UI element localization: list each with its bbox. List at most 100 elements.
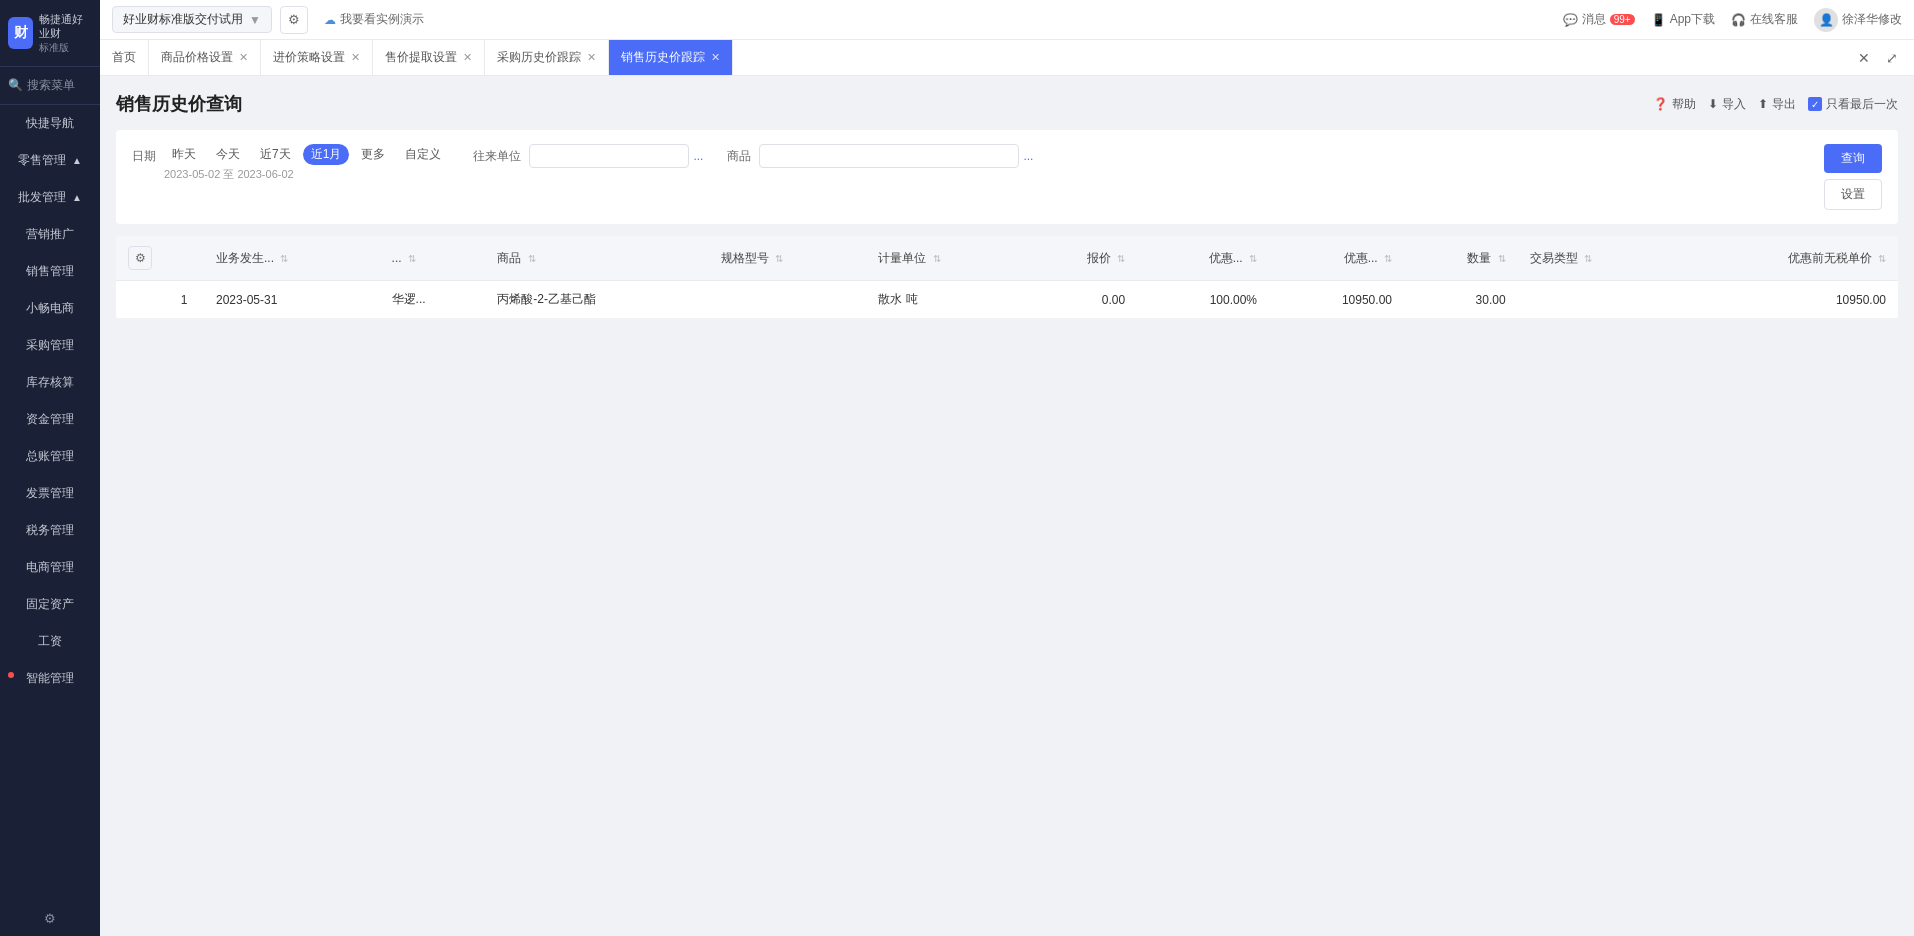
search-icon: 🔍: [8, 78, 23, 92]
tab-purchase-strategy[interactable]: 进价策略设置 ✕: [261, 40, 373, 76]
avatar: 👤: [1814, 8, 1838, 32]
topbar: 好业财标准版交付试用 ▼ ⚙ ☁ 我要看实例演示 💬 消息 99+ 📱 App下…: [100, 0, 1914, 40]
sidebar-item-purchase[interactable]: 采购管理: [0, 327, 100, 364]
sidebar-item-fixed-assets[interactable]: 固定资产: [0, 586, 100, 623]
tab-close-icon[interactable]: ✕: [463, 51, 472, 64]
tab-price-extract[interactable]: 售价提取设置 ✕: [373, 40, 485, 76]
th-pretax-price[interactable]: 优惠前无税单价 ⇅: [1675, 236, 1898, 281]
maximize-button[interactable]: ⤢: [1878, 44, 1906, 72]
th-discount1[interactable]: 优惠... ⇅: [1137, 236, 1269, 281]
tab-product-price[interactable]: 商品价格设置 ✕: [149, 40, 261, 76]
main-content: 好业财标准版交付试用 ▼ ⚙ ☁ 我要看实例演示 💬 消息 99+ 📱 App下…: [100, 0, 1914, 936]
tab-close-icon[interactable]: ✕: [351, 51, 360, 64]
date-option-yesterday[interactable]: 昨天: [164, 144, 204, 165]
th-extra[interactable]: ... ⇅: [380, 236, 486, 281]
phone-icon: 📱: [1651, 13, 1666, 27]
import-icon: ⬇: [1708, 97, 1718, 111]
td-date: 2023-05-31: [204, 281, 380, 319]
topbar-right: 💬 消息 99+ 📱 App下载 🎧 在线客服 👤 徐泽华修改: [1563, 8, 1902, 32]
sort-icon: ⇅: [408, 253, 416, 264]
sidebar-item-finance[interactable]: 资金管理: [0, 401, 100, 438]
sort-icon: ⇅: [775, 253, 783, 264]
tab-close-icon[interactable]: ✕: [239, 51, 248, 64]
th-spec[interactable]: 规格型号 ⇅: [709, 236, 866, 281]
sidebar-item-marketing[interactable]: 营销推广: [0, 216, 100, 253]
app-download-button[interactable]: 📱 App下载: [1651, 11, 1715, 28]
sidebar-search[interactable]: 🔍 搜索菜单: [0, 67, 100, 105]
sidebar-item-payroll[interactable]: 工资: [0, 623, 100, 660]
sidebar-item-quicknav[interactable]: 快捷导航: [0, 105, 100, 142]
th-qty[interactable]: 数量 ⇅: [1404, 236, 1518, 281]
filter-panel: 日期 昨天 今天 近7天 近1月 更多 自定义 2023-05-02 至 202…: [116, 130, 1898, 224]
export-button[interactable]: ⬆ 导出: [1758, 96, 1796, 113]
settings-button[interactable]: 设置: [1824, 179, 1882, 210]
from-unit-label: 往来单位: [473, 144, 521, 165]
export-icon: ⬆: [1758, 97, 1768, 111]
sort-icon: ⇅: [1584, 253, 1592, 264]
page-title: 销售历史价查询: [116, 92, 242, 116]
messages-button[interactable]: 💬 消息 99+: [1563, 11, 1635, 28]
sidebar-item-wholesale[interactable]: 批发管理 ▲: [0, 179, 100, 216]
product-input[interactable]: [759, 144, 1019, 168]
th-unit[interactable]: 计量单位 ⇅: [866, 236, 1023, 281]
sidebar-settings-button[interactable]: ⚙: [0, 901, 100, 936]
from-unit-more-button[interactable]: ...: [693, 149, 703, 163]
data-table: ⚙ 业务发生... ⇅ ... ⇅ 商品: [116, 236, 1898, 319]
page-actions: ❓ 帮助 ⬇ 导入 ⬆ 导出 ✓ 只看最后一次: [1653, 96, 1898, 113]
messages-badge: 99+: [1610, 14, 1635, 25]
date-option-more[interactable]: 更多: [353, 144, 393, 165]
tab-purchase-history[interactable]: 采购历史价跟踪 ✕: [485, 40, 609, 76]
help-icon: ❓: [1653, 97, 1668, 111]
topbar-settings-button[interactable]: ⚙: [280, 6, 308, 34]
demo-link[interactable]: ☁ 我要看实例演示: [324, 11, 424, 28]
product-label: 商品: [727, 144, 751, 165]
th-quote[interactable]: 报价 ⇅: [1024, 236, 1138, 281]
sidebar-item-ai[interactable]: 智能管理: [0, 660, 100, 697]
date-filter-row: 日期 昨天 今天 近7天 近1月 更多 自定义 2023-05-02 至 202…: [132, 144, 449, 182]
td-unit: 散水 吨: [866, 281, 1023, 319]
product-more-button[interactable]: ...: [1023, 149, 1033, 163]
td-pretax-price: 10950.00: [1675, 281, 1898, 319]
th-product[interactable]: 商品 ⇅: [485, 236, 709, 281]
td-num: 1: [164, 281, 204, 319]
sidebar-item-invoice[interactable]: 发票管理: [0, 475, 100, 512]
td-quote: 0.00: [1024, 281, 1138, 319]
from-unit-input[interactable]: [529, 144, 689, 168]
user-menu[interactable]: 👤 徐泽华修改: [1814, 8, 1902, 32]
only-last-checkbox[interactable]: ✓ 只看最后一次: [1808, 96, 1898, 113]
td-extra: 华逻...: [380, 281, 486, 319]
date-options: 昨天 今天 近7天 近1月 更多 自定义: [164, 144, 449, 165]
sidebar-item-retail[interactable]: 零售管理 ▲: [0, 142, 100, 179]
from-unit-filter-row: 往来单位 ...: [473, 144, 703, 168]
date-option-custom[interactable]: 自定义: [397, 144, 449, 165]
sort-icon: ⇅: [1249, 253, 1257, 264]
message-icon: 💬: [1563, 13, 1578, 27]
date-option-today[interactable]: 今天: [208, 144, 248, 165]
date-option-1month[interactable]: 近1月: [303, 144, 350, 165]
sidebar-item-inventory[interactable]: 库存核算: [0, 364, 100, 401]
th-num: [164, 236, 204, 281]
column-settings-button[interactable]: ⚙: [128, 246, 152, 270]
tabbar: 首页 商品价格设置 ✕ 进价策略设置 ✕ 售价提取设置 ✕ 采购历史价跟踪 ✕ …: [100, 40, 1914, 76]
version-selector[interactable]: 好业财标准版交付试用 ▼: [112, 6, 272, 33]
close-window-button[interactable]: ✕: [1850, 44, 1878, 72]
query-button[interactable]: 查询: [1824, 144, 1882, 173]
tab-close-icon[interactable]: ✕: [711, 51, 720, 64]
sidebar-item-sales[interactable]: 销售管理: [0, 253, 100, 290]
sidebar-item-ecommerce[interactable]: 电商管理: [0, 549, 100, 586]
import-button[interactable]: ⬇ 导入: [1708, 96, 1746, 113]
th-date[interactable]: 业务发生... ⇅: [204, 236, 380, 281]
th-discount2[interactable]: 优惠... ⇅: [1269, 236, 1404, 281]
tab-close-icon[interactable]: ✕: [587, 51, 596, 64]
sidebar-item-ecommerce-small[interactable]: 小畅电商: [0, 290, 100, 327]
sidebar-item-tax[interactable]: 税务管理: [0, 512, 100, 549]
from-unit-field: ...: [529, 144, 703, 168]
tab-sales-history[interactable]: 销售历史价跟踪 ✕: [609, 40, 733, 76]
th-type[interactable]: 交易类型 ⇅: [1518, 236, 1675, 281]
help-button[interactable]: ❓ 帮助: [1653, 96, 1696, 113]
sidebar-logo: 财 畅捷通好业财 标准版: [0, 0, 100, 67]
sidebar-item-ledger[interactable]: 总账管理: [0, 438, 100, 475]
online-service-button[interactable]: 🎧 在线客服: [1731, 11, 1798, 28]
date-option-7days[interactable]: 近7天: [252, 144, 299, 165]
tab-home[interactable]: 首页: [100, 40, 149, 76]
